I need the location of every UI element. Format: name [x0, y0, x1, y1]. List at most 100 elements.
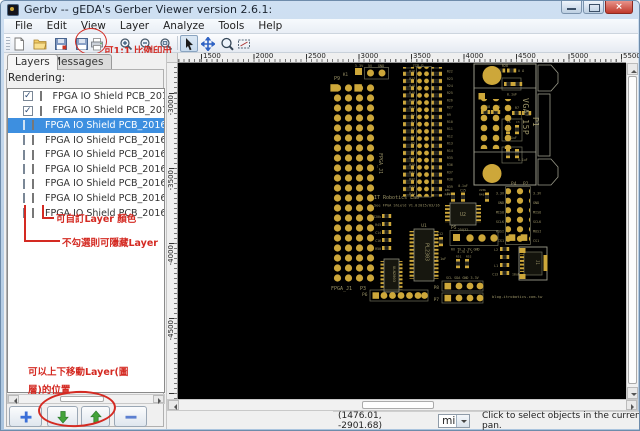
silk-bank-right-label: R23 [447, 77, 453, 81]
layer-name: FPGA IO Shield PCB_20160225- [45, 149, 164, 161]
layer-visibility-checkbox[interactable] [23, 193, 25, 204]
silk-r51t: 4.7k x 2 [457, 250, 472, 254]
silk-bank-left-label: R33 [409, 185, 415, 189]
layer-row[interactable]: FPGA IO Shield PCB_20160225- [8, 133, 164, 148]
silk-bank-right-label: R22 [447, 70, 453, 74]
layer-name: FPGA IO Shield PCB_20160225- [45, 192, 164, 204]
ruler-left-label: -3000 [167, 95, 175, 116]
layer-visibility-checkbox[interactable] [23, 164, 25, 175]
layer-visibility-checkbox[interactable]: ✓ [23, 105, 33, 116]
canvas-hscrollbar[interactable] [167, 399, 638, 411]
zoom-tool-button[interactable] [218, 35, 236, 52]
silk-u1p: PL2303 [424, 243, 430, 261]
silk-bank-left-label: R20 [409, 98, 415, 102]
silk-bank-left-label: R6 [411, 149, 415, 153]
layer-color-swatch[interactable] [39, 91, 42, 102]
layer-row[interactable]: FPGA IO Shield PCB_20160225- [8, 162, 164, 177]
layer-row[interactable]: FPGA IO Shield PCB_20160225- [8, 147, 164, 162]
menu-edit[interactable]: Edit [40, 19, 74, 34]
layer-color-swatch[interactable] [32, 208, 34, 219]
silk-p1: P1 [531, 117, 540, 127]
annotation-line-checkbox [24, 205, 26, 241]
bank-right-labels: R22 R23 R24 R25 R26 R27 R9 R10 R11 R12 R13 R14 R35 R3… [447, 70, 453, 196]
layer-color-swatch[interactable] [39, 105, 42, 116]
silk-bank-left-label: R1 [411, 113, 415, 117]
silk-c13: C13 [492, 273, 498, 277]
canvas-hscroll-thumb[interactable] [362, 401, 434, 409]
horizontal-ruler: 1500 2000 2500 3000 3500 4000 4500 5000 5500 [178, 52, 639, 63]
silk-r48: 220k [479, 188, 486, 192]
layer-row[interactable]: FPGA IO Shield PCB_20160225- [8, 191, 164, 206]
silk-bank-right-label: R24 [447, 84, 453, 88]
remove-layer-button[interactable] [114, 406, 147, 427]
layer-color-swatch[interactable] [32, 178, 34, 189]
pointer-icon [186, 37, 193, 50]
pcb-canvas[interactable]: P9 FPGA_J1 FPGA_J1 P3 K1 3.3V 5V GND 220… [178, 63, 626, 399]
silk-spi-right-label: MOSI [533, 230, 541, 234]
silk-spi-right-label: MISO [533, 211, 541, 215]
vertical-ruler: -3000 -3500 -4000 -4500 [167, 63, 178, 399]
silk-p7: P7 [434, 297, 440, 303]
layer-visibility-checkbox[interactable] [23, 135, 25, 146]
layer-visibility-checkbox[interactable] [23, 149, 25, 160]
save-button[interactable] [52, 35, 70, 52]
minimize-button[interactable] [561, 1, 582, 14]
unit-dropdown-arrow[interactable] [456, 414, 469, 427]
title-bar[interactable]: Gerbv -- gEDA's Gerber Viewer version 2.… [1, 1, 639, 19]
measure-tool-button[interactable] [235, 35, 253, 52]
layer-row[interactable]: ✓ FPGA IO Shield PCB_20160225- [8, 89, 164, 104]
silk-bank-right-label: R38 [447, 178, 453, 182]
layer-color-swatch[interactable] [32, 164, 34, 175]
silk-c13v: 10uF [512, 273, 520, 277]
pointer-tool-button[interactable] [180, 35, 198, 52]
silk-bank-right-label: R26 [447, 98, 453, 102]
pan-tool-button[interactable] [199, 35, 217, 52]
silk-url: blog.itrobotics.com.tw [492, 294, 543, 299]
vscroll-thumb[interactable] [628, 76, 637, 384]
tab-layers[interactable]: Layers [7, 54, 58, 70]
silk-bank-right-label: R13 [447, 142, 453, 146]
silk-c9v: 0.1uF [518, 158, 528, 162]
layer-color-swatch[interactable] [32, 193, 34, 204]
app-window: Gerbv -- gEDA's Gerber Viewer version 2.… [0, 0, 640, 431]
menu-tools[interactable]: Tools [212, 19, 252, 34]
remove-icon [125, 415, 136, 419]
layer-row[interactable]: ✓ FPGA IO Shield PCB_20160225- [8, 104, 164, 119]
open-button[interactable] [31, 35, 49, 52]
silk-p4: P4 [511, 181, 517, 187]
layer-name: FPGA IO Shield PCB_20160225- [52, 105, 164, 117]
window-title: Gerbv -- gEDA's Gerber Viewer version 2.… [24, 3, 273, 16]
silk-bank-right-label: R36 [447, 163, 453, 167]
silk-bank-right-label: R37 [447, 170, 453, 174]
unit-select[interactable]: mil [438, 413, 470, 428]
silk-l1: L1 [494, 264, 498, 268]
silk-spi-left-label: CS1 [498, 239, 504, 243]
layer-row[interactable]: FPGA IO Shield PCB_20160225- [8, 118, 164, 133]
silk-c12: C12 [437, 232, 443, 236]
layer-color-swatch[interactable] [32, 120, 34, 131]
menu-analyze[interactable]: Analyze [156, 19, 211, 34]
layer-row[interactable]: FPGA IO Shield PCB_20160225- [8, 177, 164, 192]
status-bar: (1476.01, -2901.68) mil Click to select … [333, 411, 639, 430]
silk-brand2: See FPGA Shield V1.0 [374, 204, 417, 208]
layer-visibility-checkbox[interactable] [23, 120, 25, 131]
ruler-top-label: 2500 [308, 52, 326, 60]
layer-color-swatch[interactable] [32, 135, 34, 146]
move-annotation-line1: 可以上下移動Layer(圖 [28, 367, 129, 378]
canvas-vscrollbar[interactable] [626, 63, 638, 399]
silk-u2p: 25Q32 [458, 228, 469, 232]
menu-layer[interactable]: Layer [113, 19, 156, 34]
rendering-label: Rendering: [8, 72, 66, 84]
silk-r44n: R44 [445, 193, 451, 197]
silk-fpga-j1-bottom: FPGA_J1 [331, 286, 352, 292]
new-file-button[interactable] [10, 35, 28, 52]
layer-visibility-checkbox[interactable] [23, 178, 25, 189]
close-button[interactable]: × [605, 1, 633, 14]
maximize-button[interactable] [583, 1, 604, 14]
menu-help[interactable]: Help [251, 19, 289, 34]
menu-file[interactable]: File [8, 19, 40, 34]
layer-visibility-checkbox[interactable]: ✓ [23, 91, 33, 102]
ruler-top-label: 1500 [203, 52, 221, 60]
layer-color-swatch[interactable] [32, 149, 34, 160]
ruler-top-label: 3000 [360, 52, 379, 60]
